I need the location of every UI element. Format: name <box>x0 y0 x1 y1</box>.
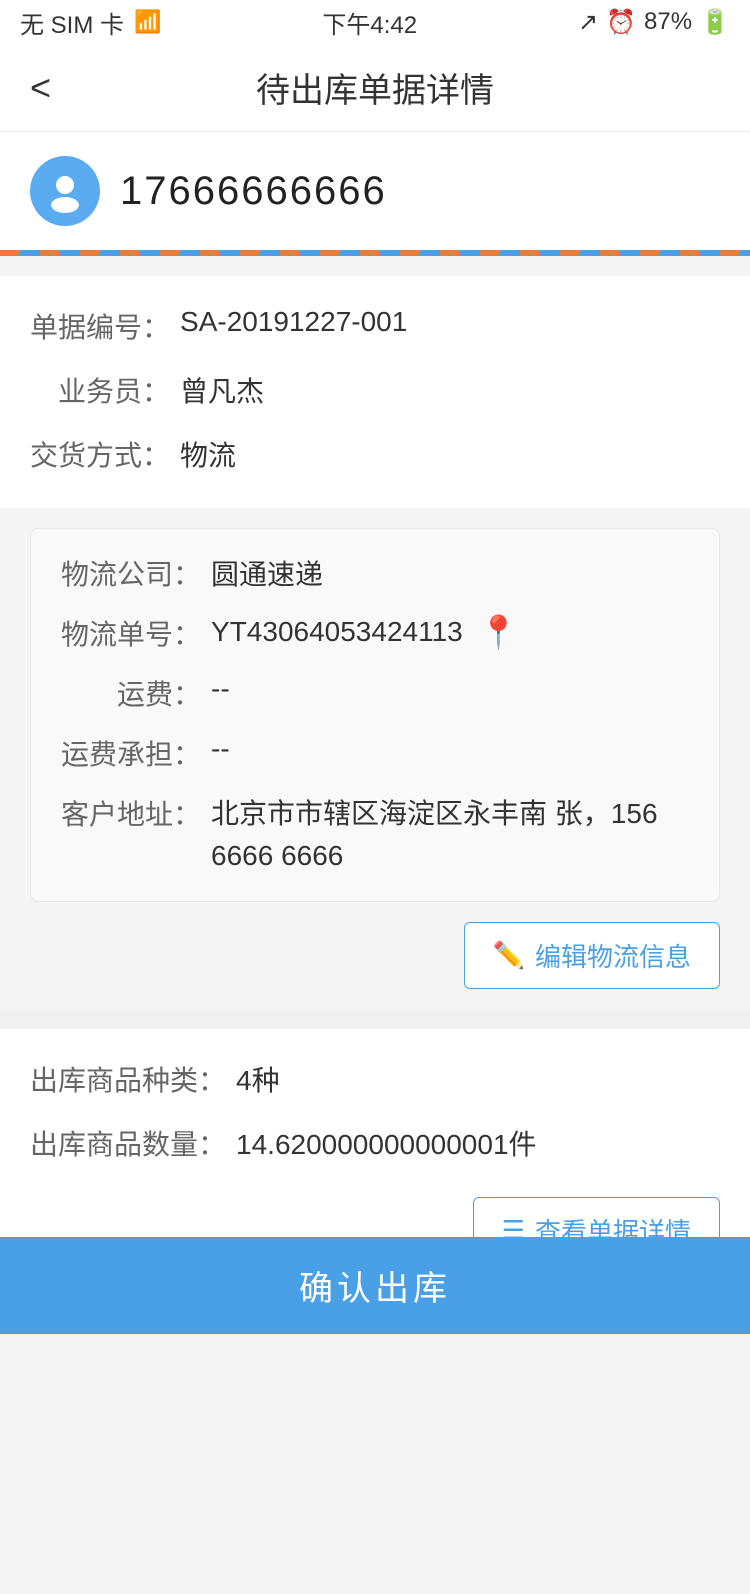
logistics-freight-row: 运费： -- <box>61 673 689 713</box>
edit-icon: ✏️ <box>493 940 525 971</box>
edit-logistics-row: ✏️ 编辑物流信息 <box>0 922 750 1009</box>
edit-logistics-button[interactable]: ✏️ 编辑物流信息 <box>464 922 720 989</box>
page-title: 待出库单据详情 <box>256 63 494 112</box>
nav-bar: < 待出库单据详情 <box>0 44 750 132</box>
delivery-row: 交货方式： 物流 <box>30 434 720 474</box>
logistics-card: 物流公司： 圆通速递 物流单号： YT43064053424113 📍 运费： … <box>30 528 720 902</box>
logistics-tracking-value: YT43064053424113 📍 <box>211 613 689 651</box>
product-quantity-row: 出库商品数量： 14.620000000000001件 <box>30 1123 720 1163</box>
battery-text: 87% <box>644 8 692 36</box>
bottom-bar: 确认出库 <box>0 1237 750 1334</box>
dashed-divider <box>0 250 750 256</box>
logistics-freightbear-label: 运费承担： <box>61 733 201 773</box>
product-quantity-label: 出库商品数量： <box>30 1123 226 1163</box>
logistics-address-row: 客户地址： 北京市市辖区海淀区永丰南 张，156 6666 6666 <box>61 793 689 877</box>
logistics-company-row: 物流公司： 圆通速递 <box>61 553 689 593</box>
salesman-value: 曾凡杰 <box>180 370 720 410</box>
salesman-label: 业务员： <box>30 370 170 410</box>
battery-icon: 🔋 <box>700 8 730 37</box>
product-type-row: 出库商品种类： 4种 <box>30 1059 720 1099</box>
location-pin-icon[interactable]: 📍 <box>479 613 519 651</box>
logistics-tracking-label: 物流单号： <box>61 613 201 653</box>
product-quantity-value: 14.620000000000001件 <box>236 1123 720 1163</box>
delivery-label: 交货方式： <box>30 434 170 474</box>
order-no-label: 单据编号： <box>30 306 170 346</box>
product-section: 出库商品种类： 4种 出库商品数量： 14.620000000000001件 <box>0 1029 750 1197</box>
logistics-freightbear-value: -- <box>211 733 689 765</box>
user-phone: 17666666666 <box>120 169 387 214</box>
delivery-value: 物流 <box>180 434 720 474</box>
wifi-icon: 📶 <box>134 9 161 35</box>
user-icon <box>43 169 87 213</box>
logistics-company-value: 圆通速递 <box>211 553 689 593</box>
avatar <box>30 156 100 226</box>
logistics-tracking-row: 物流单号： YT43064053424113 📍 <box>61 613 689 653</box>
location-icon: ↗ <box>578 8 598 37</box>
order-no-row: 单据编号： SA-20191227-001 <box>30 306 720 346</box>
order-info-section: 单据编号： SA-20191227-001 业务员： 曾凡杰 交货方式： 物流 <box>0 276 750 508</box>
logistics-address-label: 客户地址： <box>61 793 201 833</box>
user-header: 17666666666 <box>0 132 750 250</box>
edit-logistics-label: 编辑物流信息 <box>535 937 691 974</box>
confirm-outbound-button[interactable]: 确认出库 <box>299 1261 451 1310</box>
logistics-freightbear-row: 运费承担： -- <box>61 733 689 773</box>
product-type-value: 4种 <box>236 1059 720 1099</box>
logistics-address-value: 北京市市辖区海淀区永丰南 张，156 6666 6666 <box>211 793 689 877</box>
logistics-freight-value: -- <box>211 673 689 705</box>
logistics-freight-label: 运费： <box>61 673 201 713</box>
logistics-company-label: 物流公司： <box>61 553 201 593</box>
product-type-label: 出库商品种类： <box>30 1059 226 1099</box>
status-bar: 无 SIM 卡 📶 下午4:42 ↗ ⏰ 87% 🔋 <box>0 0 750 44</box>
order-no-value: SA-20191227-001 <box>180 306 720 338</box>
salesman-row: 业务员： 曾凡杰 <box>30 370 720 410</box>
alarm-icon: ⏰ <box>606 8 636 37</box>
section-divider <box>0 1009 750 1029</box>
time-text: 下午4:42 <box>322 5 417 40</box>
carrier-text: 无 SIM 卡 <box>20 5 124 40</box>
back-button[interactable]: < <box>30 67 51 109</box>
